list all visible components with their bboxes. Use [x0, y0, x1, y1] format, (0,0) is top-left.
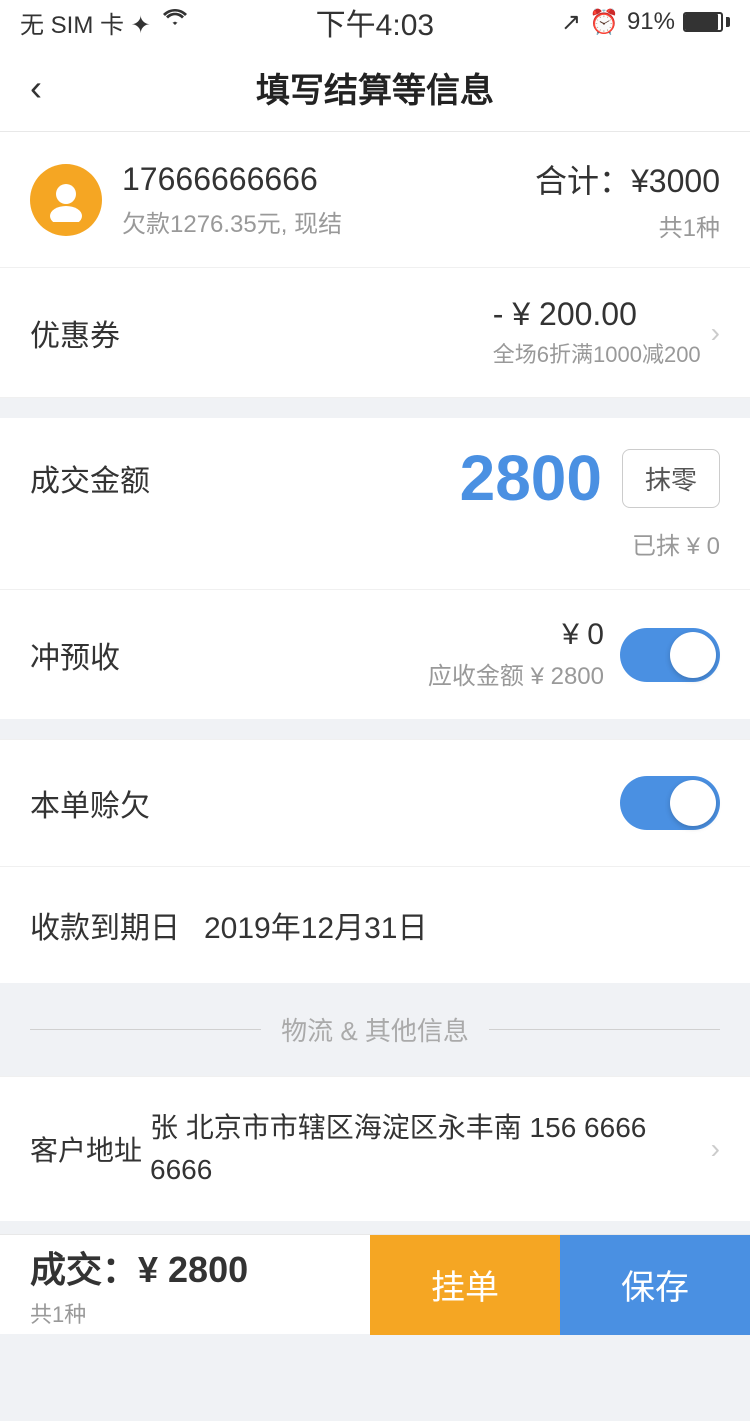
prepay-row: 冲预收 ¥ 0 应收金额 ¥ 2800	[30, 618, 720, 691]
amount-sub-row: 已抹 ¥ 0	[30, 526, 720, 561]
divider-line-left	[30, 1029, 261, 1030]
duedate-section: 收款到期日 2019年12月31日	[0, 866, 750, 983]
prepay-sub: 应收金额 ¥ 2800	[428, 656, 604, 691]
prepay-section: 冲预收 ¥ 0 应收金额 ¥ 2800	[0, 589, 750, 719]
amount-value-wrap: 2800 抹零	[460, 446, 720, 510]
credit-toggle-knob	[670, 780, 716, 826]
customer-phone: 17666666666	[122, 161, 535, 198]
customer-sub: 欠款1276.35元, 现结	[122, 204, 535, 239]
section-divider-2	[0, 719, 750, 739]
customer-total: 合计：¥3000 共1种	[535, 156, 720, 243]
save-button[interactable]: 保存	[560, 1235, 750, 1335]
prepay-toggle[interactable]	[620, 628, 720, 682]
footer-info: 成交：¥ 2800 共1种	[0, 1241, 370, 1329]
battery-icon	[683, 12, 730, 32]
amount-value: 2800	[460, 446, 602, 510]
amount-row: 成交金额 2800 抹零	[30, 446, 720, 510]
credit-section: 本单赊欠	[0, 739, 750, 866]
hold-button[interactable]: 挂单	[370, 1235, 560, 1335]
footer-sub: 共1种	[30, 1297, 340, 1329]
credit-label: 本单赊欠	[30, 781, 150, 825]
coupon-discount: - ¥ 200.00	[493, 296, 701, 333]
round-zero-button[interactable]: 抹零	[622, 449, 720, 508]
prepay-label: 冲预收	[30, 633, 120, 677]
battery-percent: 91%	[627, 8, 675, 36]
footer: 成交：¥ 2800 共1种 挂单 保存	[0, 1234, 750, 1334]
divider-line-right	[489, 1029, 720, 1030]
total-amount: 合计：¥3000	[535, 156, 720, 202]
amount-sub: 已抹 ¥ 0	[632, 533, 720, 560]
toggle-knob	[670, 632, 716, 678]
nav-bar: ‹ 填写结算等信息	[0, 44, 750, 132]
amount-section: 成交金额 2800 抹零 已抹 ¥ 0	[0, 418, 750, 589]
coupon-label: 优惠券	[30, 311, 120, 355]
coupon-info: - ¥ 200.00 全场6折满1000减200	[493, 296, 701, 369]
content: 17666666666 欠款1276.35元, 现结 合计：¥3000 共1种 …	[0, 132, 750, 1421]
status-right: ↗ ⏰ 91%	[561, 8, 730, 37]
coupon-right: - ¥ 200.00 全场6折满1000减200 ›	[493, 296, 720, 369]
coupon-row[interactable]: 优惠券 - ¥ 200.00 全场6折满1000减200 ›	[0, 268, 750, 398]
chevron-right-icon: ›	[711, 317, 720, 349]
status-left: 无 SIM 卡 ✦	[20, 5, 189, 40]
alarm-icon: ⏰	[589, 8, 619, 37]
customer-info: 17666666666 欠款1276.35元, 现结	[122, 161, 535, 239]
logistics-divider: 物流 & 其他信息	[0, 983, 750, 1076]
footer-prefix: 成交：	[30, 1249, 138, 1290]
sim-text: 无 SIM 卡 ✦	[20, 5, 151, 40]
page-title: 填写结算等信息	[256, 63, 494, 112]
duedate-value: 2019年12月31日	[204, 903, 427, 947]
section-divider-1	[0, 398, 750, 418]
customer-row: 17666666666 欠款1276.35元, 现结 合计：¥3000 共1种	[0, 132, 750, 268]
amount-label: 成交金额	[30, 456, 150, 500]
status-bar: 无 SIM 卡 ✦ 下午4:03 ↗ ⏰ 91%	[0, 0, 750, 44]
prepay-amount: ¥ 0	[428, 618, 604, 652]
status-time: 下午4:03	[316, 0, 434, 44]
logistics-text: 物流 & 其他信息	[281, 1011, 469, 1048]
credit-toggle[interactable]	[620, 776, 720, 830]
address-label: 客户地址	[30, 1129, 150, 1169]
location-icon: ↗	[561, 8, 581, 37]
back-button[interactable]: ‹	[30, 67, 42, 109]
address-value: 张 北京市市辖区海淀区永丰南 156 6666 6666	[150, 1107, 701, 1191]
coupon-desc: 全场6折满1000减200	[493, 337, 701, 369]
prepay-amounts: ¥ 0 应收金额 ¥ 2800	[428, 618, 604, 691]
footer-amount: ¥ 2800	[138, 1249, 248, 1290]
avatar	[30, 164, 102, 236]
address-chevron-icon: ›	[711, 1133, 720, 1165]
duedate-label: 收款到期日	[30, 903, 180, 947]
footer-total: 成交：¥ 2800	[30, 1241, 340, 1293]
address-section[interactable]: 客户地址 张 北京市市辖区海淀区永丰南 156 6666 6666 ›	[0, 1076, 750, 1221]
prepay-right: ¥ 0 应收金额 ¥ 2800	[428, 618, 720, 691]
wifi-icon	[161, 8, 189, 36]
total-sub: 共1种	[535, 208, 720, 243]
